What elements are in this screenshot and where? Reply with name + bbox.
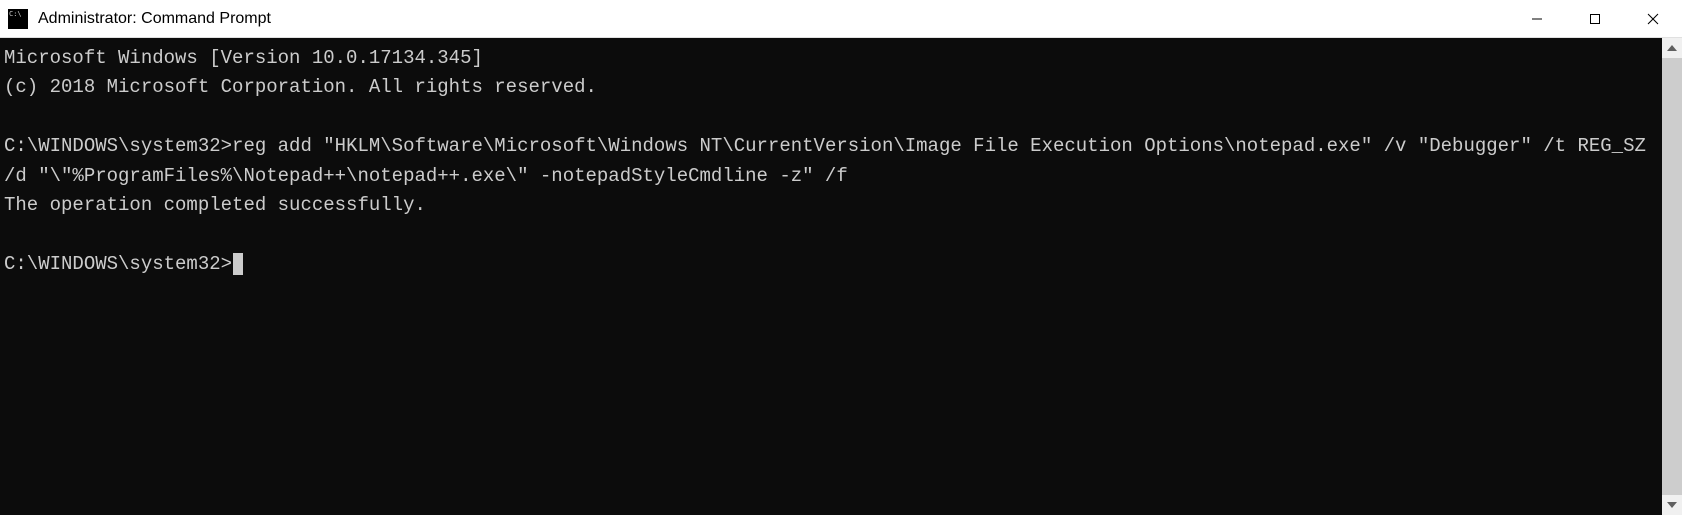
- terminal-output[interactable]: Microsoft Windows [Version 10.0.17134.34…: [0, 38, 1662, 515]
- close-button[interactable]: [1624, 0, 1682, 37]
- cursor: [233, 253, 243, 275]
- chevron-up-icon: [1667, 45, 1677, 51]
- cmd-icon: [8, 9, 28, 29]
- terminal-wrapper: Microsoft Windows [Version 10.0.17134.34…: [0, 38, 1682, 515]
- result-text: The operation completed successfully.: [4, 194, 426, 216]
- maximize-button[interactable]: [1566, 0, 1624, 37]
- titlebar: Administrator: Command Prompt: [0, 0, 1682, 38]
- window-title: Administrator: Command Prompt: [38, 10, 1508, 28]
- prompt: C:\WINDOWS\system32>: [4, 253, 232, 275]
- scroll-up-arrow[interactable]: [1662, 38, 1682, 58]
- vertical-scrollbar[interactable]: [1662, 38, 1682, 515]
- scroll-thumb[interactable]: [1662, 58, 1682, 495]
- scroll-track[interactable]: [1662, 58, 1682, 495]
- minimize-icon: [1531, 13, 1543, 25]
- prompt: C:\WINDOWS\system32>: [4, 135, 232, 157]
- scroll-down-arrow[interactable]: [1662, 495, 1682, 515]
- close-icon: [1647, 13, 1659, 25]
- banner-line: Microsoft Windows [Version 10.0.17134.34…: [4, 47, 483, 69]
- maximize-icon: [1589, 13, 1601, 25]
- chevron-down-icon: [1667, 502, 1677, 508]
- command-text: reg add "HKLM\Software\Microsoft\Windows…: [4, 135, 1657, 186]
- minimize-button[interactable]: [1508, 0, 1566, 37]
- banner-line: (c) 2018 Microsoft Corporation. All righ…: [4, 76, 597, 98]
- window-controls: [1508, 0, 1682, 37]
